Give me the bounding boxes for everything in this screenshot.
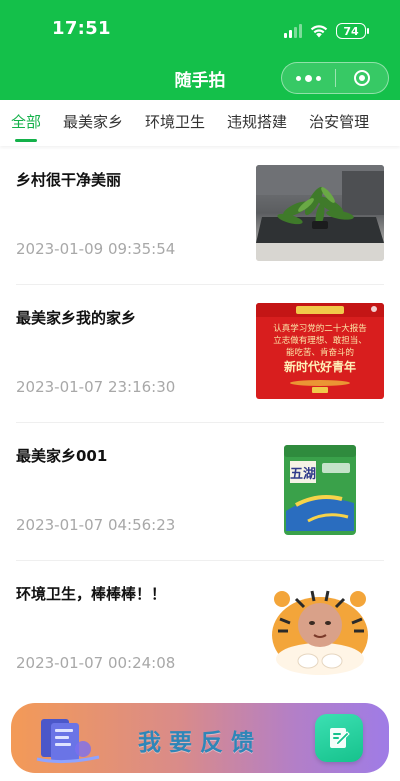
- post-time: 2023-01-09 09:35:54: [16, 240, 176, 258]
- edit-note-icon: [315, 714, 363, 762]
- tab-all[interactable]: 全部: [11, 100, 41, 146]
- list-item[interactable]: 乡村很干净美丽 2023-01-09 09:35:54: [16, 147, 384, 285]
- list-item[interactable]: 最美家乡我的家乡 2023-01-07 23:16:30 认真学习党的二十大报告…: [16, 285, 384, 423]
- miniprogram-capsule: [281, 62, 389, 94]
- more-menu-icon[interactable]: [282, 63, 335, 93]
- post-title: 乡村很干净美丽: [16, 171, 122, 189]
- poster-text-line-3: 能吃苦、肯奋斗的: [286, 347, 354, 357]
- poster-text-line-1: 认真学习党的二十大报告: [273, 323, 367, 333]
- list-item[interactable]: 环境卫生，棒棒棒！！ 2023-01-07 00:24:08: [16, 561, 384, 698]
- post-time: 2023-01-07 00:24:08: [16, 654, 176, 672]
- post-list: 乡村很干净美丽 2023-01-09 09:35:54 最美家乡我的家乡 202…: [0, 147, 400, 698]
- tab-public-security[interactable]: 治安管理: [309, 100, 369, 146]
- red-poster-thumbnail: 认真学习党的二十大报告 立志做有理想、敢担当、 能吃苦、肯奋斗的 新时代好青年: [256, 303, 384, 399]
- list-item[interactable]: 最美家乡001 2023-01-07 04:56:23 五湖: [16, 423, 384, 561]
- poster-text-line-4: 新时代好青年: [284, 359, 356, 374]
- post-title: 最美家乡001: [16, 447, 108, 465]
- battery-icon: 74: [336, 23, 369, 39]
- post-title: 环境卫生，棒棒棒！！: [16, 585, 167, 603]
- status-icons: 74: [284, 20, 369, 42]
- close-miniprogram-button[interactable]: [336, 63, 388, 93]
- tab-environmental-sanitation[interactable]: 环境卫生: [145, 100, 205, 146]
- post-title: 最美家乡我的家乡: [16, 309, 137, 327]
- plant-photo-thumbnail: [256, 165, 384, 261]
- wifi-icon: [310, 25, 328, 38]
- tab-illegal-construction[interactable]: 违规搭建: [227, 100, 287, 146]
- close-target-icon: [353, 70, 370, 86]
- post-time: 2023-01-07 23:16:30: [16, 378, 176, 396]
- cellular-signal-icon: [284, 24, 302, 38]
- top-header: 17:51 74 随手拍: [0, 0, 400, 100]
- poster-text-line-2: 立志做有理想、敢担当、: [273, 335, 367, 345]
- status-time: 17:51: [52, 18, 111, 39]
- rice-bag-label: 五湖: [290, 466, 316, 481]
- tab-most-beautiful-hometown[interactable]: 最美家乡: [63, 100, 123, 146]
- battery-level: 74: [343, 24, 359, 38]
- rice-bag-thumbnail: 五湖: [256, 441, 384, 537]
- category-tabs: 全部 最美家乡 环境卫生 违规搭建 治安管理: [0, 100, 400, 146]
- post-time: 2023-01-07 04:56:23: [16, 516, 176, 534]
- tiger-sticker-thumbnail: [256, 579, 384, 675]
- feedback-banner[interactable]: 我要反馈: [11, 703, 389, 773]
